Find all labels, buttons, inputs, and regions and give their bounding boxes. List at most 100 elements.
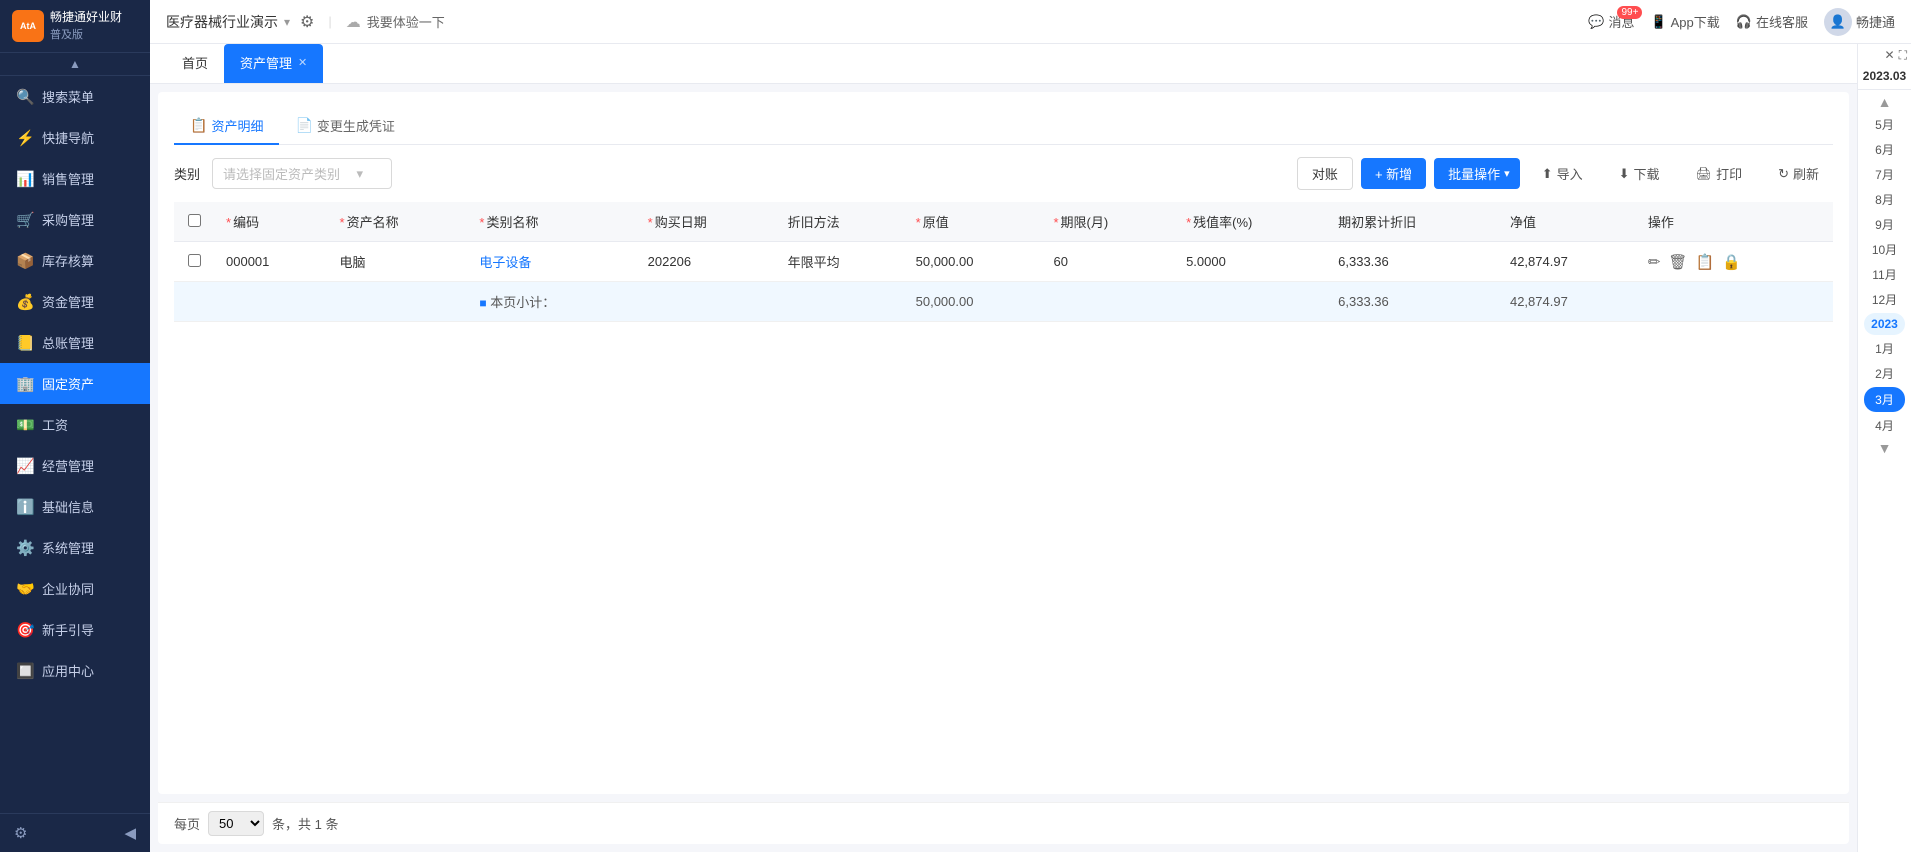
sidebar-item-inventory[interactable]: 📦 库存核算 bbox=[0, 240, 150, 281]
row-purchase-date: 202206 bbox=[636, 242, 776, 282]
tab-asset-management[interactable]: 资产管理 ✕ bbox=[224, 44, 323, 83]
time-month-9[interactable]: 9月 bbox=[1858, 212, 1911, 237]
topbar-settings-icon[interactable]: ⚙ bbox=[300, 12, 314, 32]
chart-icon: 📊 bbox=[16, 170, 34, 188]
sidebar-item-assets[interactable]: 🏢 固定资产 bbox=[0, 363, 150, 404]
refresh-btn[interactable]: ↻ 刷新 bbox=[1764, 158, 1833, 189]
trending-icon: 📈 bbox=[16, 457, 34, 475]
header-net-value: 净值 bbox=[1498, 202, 1636, 242]
time-month-2[interactable]: 2月 bbox=[1858, 361, 1911, 386]
edit-icon[interactable]: ✏ bbox=[1648, 253, 1661, 271]
row-depreciation-method: 年限平均 bbox=[776, 242, 904, 282]
lock-icon[interactable]: 🔒 bbox=[1722, 253, 1741, 271]
topbar-right: 💬 消息 99+ 📱 App下载 🎧 在线客服 👤 畅捷通 bbox=[1588, 8, 1895, 36]
delete-icon[interactable]: 🗑 bbox=[1668, 253, 1687, 271]
add-btn[interactable]: + 新增 bbox=[1361, 158, 1426, 189]
settings-bottom-icon[interactable]: ⚙ bbox=[14, 824, 27, 842]
sidebar-item-salary[interactable]: 💵 工资 bbox=[0, 404, 150, 445]
list-icon: 📋 bbox=[190, 117, 207, 134]
category-select[interactable]: 请选择固定资产类别 ▾ bbox=[212, 158, 392, 189]
message-icon: 💬 bbox=[1588, 14, 1604, 30]
sidebar-item-finance[interactable]: 💰 资金管理 bbox=[0, 281, 150, 322]
category-select-wrapper: 请选择固定资产类别 ▾ bbox=[212, 158, 392, 189]
row-checkbox-cell bbox=[174, 242, 214, 282]
panel-expand-btn[interactable]: ⛶ bbox=[1899, 48, 1907, 63]
sidebar-item-purchase[interactable]: 🛒 采购管理 bbox=[0, 199, 150, 240]
time-month-5[interactable]: 5月 bbox=[1858, 112, 1911, 137]
time-month-3[interactable]: 3月 bbox=[1864, 387, 1905, 412]
row-category-link[interactable]: 电子设备 bbox=[479, 255, 531, 270]
tabs-bar: 首页 资产管理 ✕ bbox=[150, 44, 1857, 84]
tab-home[interactable]: 首页 bbox=[166, 44, 224, 83]
sidebar-item-operations[interactable]: 📈 经营管理 bbox=[0, 445, 150, 486]
collapse-icon[interactable]: ◀ bbox=[124, 824, 136, 842]
time-month-7[interactable]: 7月 bbox=[1858, 162, 1911, 187]
row-actions: ✏ 🗑 📋 🔒 bbox=[1636, 242, 1833, 282]
total-label: 条，共 1 条 bbox=[272, 814, 338, 833]
box-icon: 📦 bbox=[16, 252, 34, 270]
print-icon: 🖨 bbox=[1696, 166, 1713, 182]
app-download-btn[interactable]: 📱 App下载 bbox=[1650, 12, 1719, 31]
sub-tabs: 📋 资产明细 📄 变更生成凭证 bbox=[174, 108, 1833, 145]
time-month-12[interactable]: 12月 bbox=[1858, 287, 1911, 312]
time-month-6[interactable]: 6月 bbox=[1858, 137, 1911, 162]
page-size-select[interactable]: 10 20 50 100 bbox=[208, 811, 264, 836]
time-month-1[interactable]: 1月 bbox=[1858, 336, 1911, 361]
time-month-11[interactable]: 11月 bbox=[1858, 262, 1911, 287]
download-btn[interactable]: ⬇ 下载 bbox=[1605, 158, 1674, 189]
user-profile[interactable]: 👤 畅捷通 bbox=[1824, 8, 1895, 36]
online-service-btn[interactable]: 🎧 在线客服 bbox=[1736, 12, 1808, 31]
subtotal-icon: ■ bbox=[479, 296, 486, 310]
messages-btn[interactable]: 💬 消息 99+ bbox=[1588, 12, 1634, 31]
lightning-icon: ⚡ bbox=[16, 129, 34, 147]
time-month-8[interactable]: 8月 bbox=[1858, 187, 1911, 212]
sub-tab-asset-detail[interactable]: 📋 资产明细 bbox=[174, 108, 279, 145]
subtotal-row: ■ 本页小计： 50,000.00 6,333.36 42,874.97 bbox=[174, 282, 1833, 322]
salary-icon: 💵 bbox=[16, 416, 34, 434]
copy-icon[interactable]: 📋 bbox=[1695, 253, 1714, 271]
import-btn[interactable]: ⬆ 导入 bbox=[1528, 158, 1597, 189]
cart-icon: 🛒 bbox=[16, 211, 34, 229]
panel-close-btn[interactable]: ✕ bbox=[1885, 48, 1895, 63]
subtotal-original-value: 50,000.00 bbox=[904, 282, 1042, 322]
sidebar-scroll-up-icon[interactable]: ▲ bbox=[69, 57, 81, 71]
sidebar-item-base-info[interactable]: ℹ️ 基础信息 bbox=[0, 486, 150, 527]
time-year-2023[interactable]: 2023 bbox=[1864, 313, 1905, 335]
reconcile-btn[interactable]: 对账 bbox=[1297, 157, 1353, 190]
money-icon: 💰 bbox=[16, 293, 34, 311]
tab-close-icon[interactable]: ✕ bbox=[298, 56, 307, 69]
time-month-4[interactable]: 4月 bbox=[1858, 413, 1911, 438]
sidebar-logo: AtA 畅捷通好业财 普及版 bbox=[0, 0, 150, 53]
refresh-icon: ↻ bbox=[1778, 166, 1789, 182]
time-up-arrow-icon[interactable]: ▲ bbox=[1876, 92, 1894, 112]
row-name: 电脑 bbox=[328, 242, 468, 282]
logo-sub: 普及版 bbox=[50, 26, 122, 42]
building-icon: 🏢 bbox=[16, 375, 34, 393]
header-checkbox-cell bbox=[174, 202, 214, 242]
row-checkbox[interactable] bbox=[188, 254, 201, 267]
sidebar-item-collab[interactable]: 🤝 企业协同 bbox=[0, 568, 150, 609]
sidebar-bottom: ⚙ ◀ bbox=[0, 813, 150, 852]
print-btn[interactable]: 🖨 打印 bbox=[1682, 158, 1757, 189]
time-panel-controls: ▲ 5月 6月 7月 8月 9月 10月 11月 12月 2023 1月 2月 … bbox=[1858, 90, 1911, 460]
sidebar-item-sales[interactable]: 📊 销售管理 bbox=[0, 158, 150, 199]
row-category: 电子设备 bbox=[467, 242, 635, 282]
category-label: 类别 bbox=[174, 164, 200, 183]
dropdown-arrow-icon[interactable]: ▾ bbox=[284, 15, 290, 29]
sidebar-item-ledger[interactable]: 📒 总账管理 bbox=[0, 322, 150, 363]
sub-tab-voucher[interactable]: 📄 变更生成凭证 bbox=[279, 108, 410, 145]
sidebar-item-search[interactable]: 🔍 搜索菜单 bbox=[0, 76, 150, 117]
experience-label[interactable]: 我要体验一下 bbox=[367, 12, 445, 31]
table-header-row: *编码 *资产名称 *类别名称 *购买日期 折旧方法 *原值 *期限(月) *残… bbox=[174, 202, 1833, 242]
time-month-10[interactable]: 10月 bbox=[1858, 237, 1911, 262]
sidebar-item-system[interactable]: ⚙️ 系统管理 bbox=[0, 527, 150, 568]
time-down-arrow-icon[interactable]: ▼ bbox=[1876, 438, 1894, 458]
header-purchase-date: *购买日期 bbox=[636, 202, 776, 242]
sidebar-item-quicknav[interactable]: ⚡ 快捷导航 bbox=[0, 117, 150, 158]
select-all-checkbox[interactable] bbox=[188, 214, 201, 227]
sidebar-item-guide[interactable]: 🎯 新手引导 bbox=[0, 609, 150, 650]
batch-ops-btn[interactable]: 批量操作 ▾ bbox=[1434, 158, 1520, 189]
row-code: 000001 bbox=[214, 242, 328, 282]
action-icons: ✏ 🗑 📋 🔒 bbox=[1648, 253, 1821, 271]
sidebar-item-apps[interactable]: 🔲 应用中心 bbox=[0, 650, 150, 691]
